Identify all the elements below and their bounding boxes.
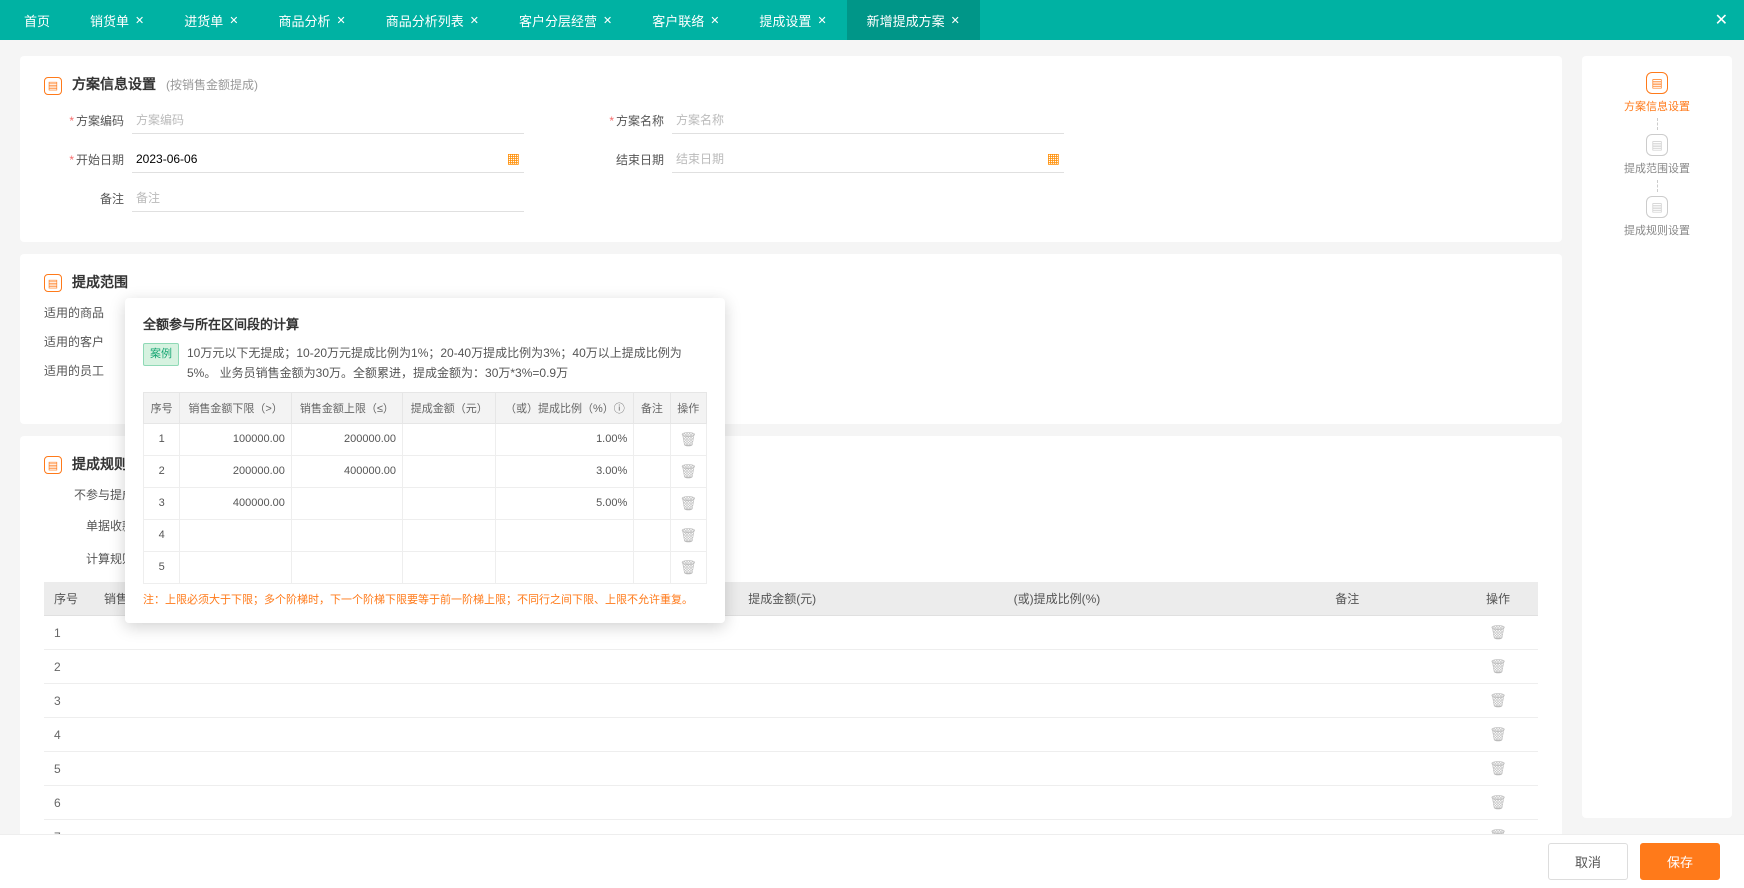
save-button[interactable]: 保存 xyxy=(1640,843,1720,880)
anchor-提成规则设置[interactable]: ▤提成规则设置 xyxy=(1624,196,1690,238)
table-row[interactable]: 3🗑 xyxy=(44,684,1538,718)
col-header: 提成金额(元) xyxy=(738,582,1003,616)
table-row[interactable]: 2🗑 xyxy=(44,650,1538,684)
calendar-icon[interactable]: ▦ xyxy=(507,150,520,167)
popup-note: 注：上限必须大于下限；多个阶梯时，下一个阶梯下限要等于前一阶梯上限；不同行之间下… xyxy=(143,592,707,610)
popup-description: 10万元以下无提成；10-20万元提成比例为1%；20-40万提成比例为3%；4… xyxy=(187,343,707,384)
table-row[interactable]: 7🗑 xyxy=(44,820,1538,835)
rule-label: 单据收款 xyxy=(44,517,134,534)
col-header: 销售金额上限（≤） xyxy=(291,392,402,423)
delete-icon[interactable]: 🗑 xyxy=(679,527,697,543)
delete-icon[interactable]: 🗑 xyxy=(679,463,697,479)
tab-提成设置[interactable]: 提成设置✕ xyxy=(739,0,846,40)
tab-close-icon[interactable]: ✕ xyxy=(135,14,144,27)
field-label: *方案名称 xyxy=(584,112,664,129)
delete-icon[interactable]: 🗑 xyxy=(679,495,697,511)
scope-label-customer: 适用的客户 xyxy=(44,333,134,350)
col-header: 操作 xyxy=(1458,582,1538,616)
tab-客户联络[interactable]: 客户联络✕ xyxy=(632,0,739,40)
tab-close-icon[interactable]: ✕ xyxy=(470,14,479,27)
tab-客户分层经营[interactable]: 客户分层经营✕ xyxy=(499,0,632,40)
cancel-button[interactable]: 取消 xyxy=(1548,843,1628,880)
panel-icon: ▤ xyxy=(44,77,62,95)
tab-新增提成方案[interactable]: 新增提成方案✕ xyxy=(847,0,980,40)
start-date-input[interactable] xyxy=(132,146,524,173)
tab-进货单[interactable]: 进货单✕ xyxy=(164,0,258,40)
calendar-icon[interactable]: ▦ xyxy=(1047,150,1060,167)
table-row: 3400000.005.00%🗑 xyxy=(144,487,707,519)
tab-close-icon[interactable]: ✕ xyxy=(337,14,346,27)
col-header: 序号 xyxy=(44,582,94,616)
end-date-input[interactable] xyxy=(672,146,1064,173)
popup-title: 全额参与所在区间段的计算 xyxy=(143,314,707,333)
tab-close-icon[interactable]: ✕ xyxy=(710,14,719,27)
col-header: 提成金额（元） xyxy=(402,392,495,423)
field-label: 结束日期 xyxy=(584,151,664,168)
panel-subtitle: (按销售金额提成) xyxy=(166,76,258,93)
tab-商品分析列表[interactable]: 商品分析列表✕ xyxy=(366,0,499,40)
panel-title: 提成范围 xyxy=(72,272,128,292)
delete-icon[interactable]: 🗑 xyxy=(1489,692,1507,708)
panel-title: 提成规则 xyxy=(72,454,128,474)
panel-icon: ▤ xyxy=(44,456,62,474)
rule-label: 计算规则 xyxy=(44,550,134,567)
delete-icon[interactable]: 🗑 xyxy=(1489,624,1507,640)
tab-close-icon[interactable]: ✕ xyxy=(229,14,238,27)
delete-icon[interactable]: 🗑 xyxy=(679,431,697,447)
delete-icon[interactable]: 🗑 xyxy=(1489,760,1507,776)
table-row[interactable]: 5🗑 xyxy=(44,752,1538,786)
table-row[interactable]: 4🗑 xyxy=(44,718,1538,752)
tab-首页[interactable]: 首页 xyxy=(4,0,70,40)
tab-销货单[interactable]: 销货单✕ xyxy=(70,0,164,40)
tab-close-icon[interactable]: ✕ xyxy=(603,14,612,27)
tab-close-icon[interactable]: ✕ xyxy=(951,14,960,27)
col-header: 备注 xyxy=(634,392,670,423)
tab-bar: 首页销货单✕进货单✕商品分析✕商品分析列表✕客户分层经营✕客户联络✕提成设置✕新… xyxy=(0,0,1744,40)
close-all-icon[interactable]: ✕ xyxy=(1715,10,1728,30)
col-header: 备注 xyxy=(1325,582,1458,616)
anchor-提成范围设置[interactable]: ▤提成范围设置 xyxy=(1624,134,1690,176)
delete-icon[interactable]: 🗑 xyxy=(1489,726,1507,742)
tooltip-popup: 全额参与所在区间段的计算 案例 10万元以下无提成；10-20万元提成比例为1%… xyxy=(125,298,725,623)
remark-input[interactable] xyxy=(132,185,524,212)
col-header: (或)提成比例(%) xyxy=(1004,582,1326,616)
plan-code-input[interactable] xyxy=(132,107,524,134)
anchor-nav: ▤方案信息设置 ▤提成范围设置 ▤提成规则设置 xyxy=(1582,56,1732,818)
scope-label-staff: 适用的员工 xyxy=(44,362,134,379)
scope-label-goods: 适用的商品 xyxy=(44,304,134,321)
rule-label: 不参与提成 xyxy=(44,486,134,503)
delete-icon[interactable]: 🗑 xyxy=(1489,658,1507,674)
col-header: 操作 xyxy=(670,392,706,423)
table-row: 1100000.00200000.001.00%🗑 xyxy=(144,423,707,455)
col-header: （或）提成比例（%）ⓘ xyxy=(496,392,634,423)
col-header: 序号 xyxy=(144,392,180,423)
col-header: 销售金额下限（>） xyxy=(180,392,292,423)
popup-table: 序号销售金额下限（>）销售金额上限（≤）提成金额（元）（或）提成比例（%）ⓘ备注… xyxy=(143,392,707,584)
example-badge: 案例 xyxy=(143,343,179,366)
footer: 取消 保存 xyxy=(0,834,1744,888)
field-label: *方案编码 xyxy=(44,112,124,129)
tab-close-icon[interactable]: ✕ xyxy=(817,14,826,27)
table-row: 2200000.00400000.003.00%🗑 xyxy=(144,455,707,487)
plan-name-input[interactable] xyxy=(672,107,1064,134)
panel-icon: ▤ xyxy=(44,274,62,292)
panel-title: 方案信息设置 xyxy=(72,74,156,94)
anchor-方案信息设置[interactable]: ▤方案信息设置 xyxy=(1624,72,1690,114)
panel-info: ▤ 方案信息设置 (按销售金额提成) *方案编码 *方案名称 *开始日期 xyxy=(20,56,1562,242)
field-label: 备注 xyxy=(44,190,124,207)
table-row: 4🗑 xyxy=(144,519,707,551)
field-label: *开始日期 xyxy=(44,151,124,168)
delete-icon[interactable]: 🗑 xyxy=(1489,794,1507,810)
table-row[interactable]: 6🗑 xyxy=(44,786,1538,820)
table-row: 5🗑 xyxy=(144,551,707,583)
delete-icon[interactable]: 🗑 xyxy=(679,559,697,575)
tab-商品分析[interactable]: 商品分析✕ xyxy=(258,0,365,40)
